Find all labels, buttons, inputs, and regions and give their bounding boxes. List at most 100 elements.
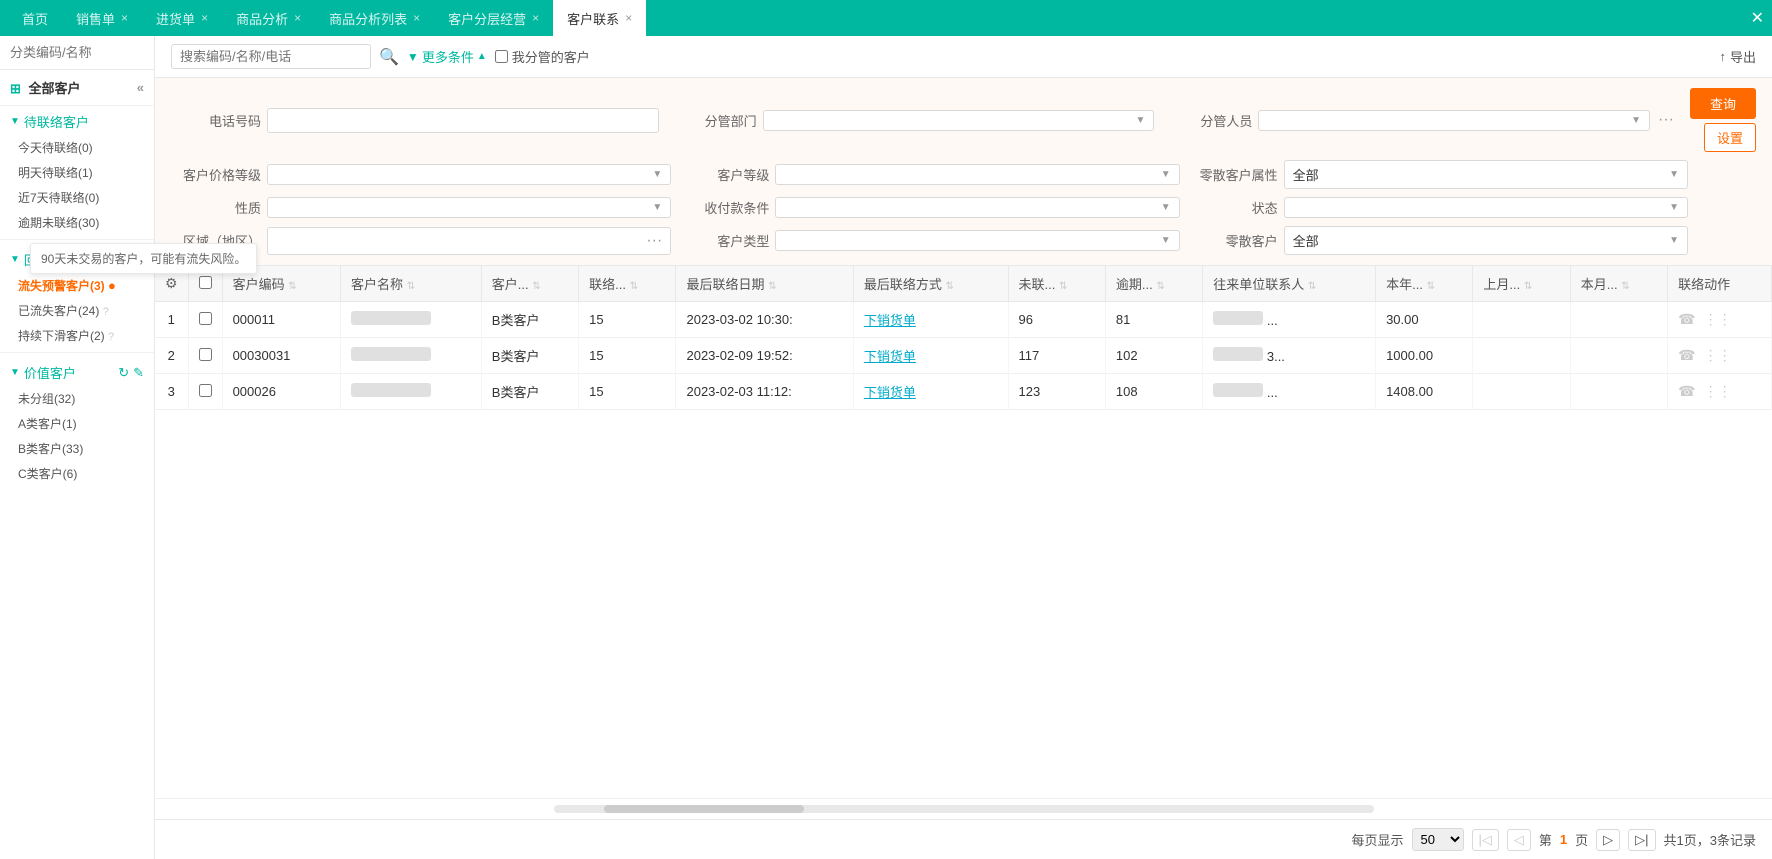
- action-more-icon[interactable]: ⋮⋮: [1704, 347, 1732, 364]
- adv-select-dept[interactable]: ▼: [763, 110, 1155, 131]
- action-phone-icon[interactable]: ☎: [1678, 311, 1695, 328]
- tab-analysis[interactable]: 商品分析 ×: [222, 0, 315, 36]
- td-last-method-link[interactable]: 下销货单: [864, 385, 916, 400]
- adv-select-status[interactable]: ▼: [1284, 197, 1688, 218]
- filter-more-btn[interactable]: ▼ 更多条件 ▲: [407, 47, 487, 66]
- row-checkbox[interactable]: [199, 348, 212, 361]
- group-pending-label: 待联络客户: [24, 112, 89, 131]
- th-contact[interactable]: 联络... ⇅: [579, 266, 676, 302]
- adv-select-nature[interactable]: ▼: [267, 197, 671, 218]
- td-name: [341, 374, 482, 410]
- adv-select-price-grade[interactable]: ▼: [267, 164, 671, 185]
- sidebar-item-tomorrow[interactable]: 明天待联络(1): [0, 160, 154, 185]
- adv-select-cust-grade[interactable]: ▼: [775, 164, 1179, 185]
- adv-more-btn-1[interactable]: ···: [1658, 111, 1674, 129]
- filter-export-btn[interactable]: ↑ 导出: [1719, 47, 1756, 66]
- adv-select-scatter-attr[interactable]: 全部 ▼: [1284, 160, 1688, 189]
- th-this-year[interactable]: 本年... ⇅: [1376, 266, 1473, 302]
- sidebar-group-value[interactable]: ▼ 价值客户 ↻ ✎: [0, 357, 154, 386]
- td-last-method-link[interactable]: 下销货单: [864, 313, 916, 328]
- settings-btn[interactable]: 设置: [1704, 123, 1756, 152]
- td-overdue: 102: [1105, 338, 1202, 374]
- sidebar-item-declining[interactable]: 持续下滑客户(2) ?: [0, 323, 154, 348]
- th-last-month[interactable]: 上月... ⇅: [1473, 266, 1570, 302]
- sidebar-item-ungroup[interactable]: 未分组(32): [0, 386, 154, 411]
- adv-label-manager: 分管人员: [1162, 111, 1252, 130]
- export-icon: ↑: [1719, 49, 1726, 64]
- page-prev-btn[interactable]: ◁: [1507, 829, 1531, 851]
- tab-customer-tier-close[interactable]: ×: [532, 11, 539, 25]
- th-last-date[interactable]: 最后联络日期 ⇅: [676, 266, 853, 302]
- tab-analysis-list-close[interactable]: ×: [413, 11, 420, 25]
- horizontal-scrollbar[interactable]: [554, 805, 1374, 813]
- tab-sales[interactable]: 销售单 ×: [62, 0, 142, 36]
- scrollbar-thumb[interactable]: [604, 805, 804, 813]
- th-name[interactable]: 客户名称 ⇅: [341, 266, 482, 302]
- adv-field-nature: 性质 ▼: [171, 197, 671, 218]
- value-edit-icon[interactable]: ✎: [133, 365, 144, 381]
- tab-customer-tier[interactable]: 客户分层经营 ×: [434, 0, 553, 36]
- row-checkbox[interactable]: [199, 384, 212, 397]
- th-overdue[interactable]: 逾期... ⇅: [1105, 266, 1202, 302]
- sidebar-item-7days[interactable]: 近7天待联络(0): [0, 185, 154, 210]
- select-all-checkbox[interactable]: [199, 276, 212, 289]
- action-more-icon[interactable]: ⋮⋮: [1704, 383, 1732, 400]
- th-type[interactable]: 客户... ⇅: [481, 266, 578, 302]
- th-this-month[interactable]: 本月... ⇅: [1570, 266, 1667, 302]
- th-not-contacted[interactable]: 未联... ⇅: [1008, 266, 1105, 302]
- filter-search-icon[interactable]: 🔍: [379, 47, 399, 67]
- td-checkbox: [188, 338, 222, 374]
- page-size-select[interactable]: 50 100 200: [1412, 828, 1464, 851]
- td-overdue: 108: [1105, 374, 1202, 410]
- collapse-icon[interactable]: «: [137, 80, 144, 95]
- page-first-btn[interactable]: |◁: [1472, 829, 1499, 851]
- td-not-contacted: 117: [1008, 338, 1105, 374]
- td-last-month: [1473, 374, 1570, 410]
- sidebar-item-churned[interactable]: 已流失客户(24) ?: [0, 298, 154, 323]
- action-phone-icon[interactable]: ☎: [1678, 383, 1695, 400]
- tab-purchase[interactable]: 进货单 ×: [142, 0, 222, 36]
- adv-select-region[interactable]: ···: [267, 227, 671, 255]
- adv-select-scatter[interactable]: 全部 ▼: [1284, 226, 1688, 255]
- tab-customer-contact-close[interactable]: ×: [625, 11, 632, 25]
- th-last-method-label: 最后联络方式: [864, 277, 942, 292]
- sidebar-item-today[interactable]: 今天待联络(0): [0, 135, 154, 160]
- sidebar-item-a-class[interactable]: A类客户(1): [0, 411, 154, 436]
- page-next-btn[interactable]: ▷: [1596, 829, 1620, 851]
- tab-analysis-list[interactable]: 商品分析列表 ×: [315, 0, 434, 36]
- tab-purchase-close[interactable]: ×: [201, 11, 208, 25]
- adv-region-more[interactable]: ···: [646, 232, 662, 250]
- page-size-label: 每页显示: [1352, 830, 1404, 849]
- filter-my-customers[interactable]: 我分管的客户: [495, 47, 590, 66]
- adv-select-manager[interactable]: ▼: [1258, 110, 1650, 131]
- adv-filter-row-3: 性质 ▼ 收付款条件 ▼ 状态: [171, 197, 1756, 218]
- tab-analysis-close[interactable]: ×: [294, 11, 301, 25]
- th-contact-person[interactable]: 往来单位联系人 ⇅: [1203, 266, 1376, 302]
- filter-my-customers-checkbox[interactable]: [495, 50, 508, 63]
- sidebar-item-b-class[interactable]: B类客户(33): [0, 436, 154, 461]
- page-last-btn[interactable]: ▷|: [1628, 829, 1655, 851]
- filter-search-input[interactable]: [171, 44, 371, 69]
- tab-sales-close[interactable]: ×: [121, 11, 128, 25]
- sidebar-item-churn-warn[interactable]: 流失预警客户(3) ●: [0, 273, 154, 298]
- tab-home[interactable]: 首页: [8, 0, 62, 36]
- action-phone-icon[interactable]: ☎: [1678, 347, 1695, 364]
- td-last-method-link[interactable]: 下销货单: [864, 349, 916, 364]
- sidebar-item-c-class[interactable]: C类客户(6): [0, 461, 154, 486]
- th-last-method[interactable]: 最后联络方式 ⇅: [853, 266, 1008, 302]
- tab-customer-contact[interactable]: 客户联系 ×: [553, 0, 646, 36]
- query-btn[interactable]: 查询: [1690, 88, 1756, 119]
- adv-select-payment[interactable]: ▼: [775, 197, 1179, 218]
- adv-select-cust-type[interactable]: ▼: [775, 230, 1179, 251]
- sidebar-group-pending[interactable]: ▼ 待联络客户: [0, 106, 154, 135]
- adv-input-phone[interactable]: [267, 108, 659, 133]
- value-refresh-icon[interactable]: ↻: [118, 365, 129, 381]
- action-more-icon[interactable]: ⋮⋮: [1704, 311, 1732, 328]
- sidebar-search-input[interactable]: [10, 45, 155, 60]
- sidebar-item-overdue[interactable]: 逾期未联络(30): [0, 210, 154, 235]
- td-contact-person-blurred: [1213, 383, 1263, 397]
- row-checkbox[interactable]: [199, 312, 212, 325]
- close-window-icon[interactable]: ✕: [1751, 8, 1764, 28]
- col-settings-icon[interactable]: ⚙: [165, 275, 178, 291]
- sidebar-all-customers[interactable]: ⊞ 全部客户 «: [0, 70, 154, 106]
